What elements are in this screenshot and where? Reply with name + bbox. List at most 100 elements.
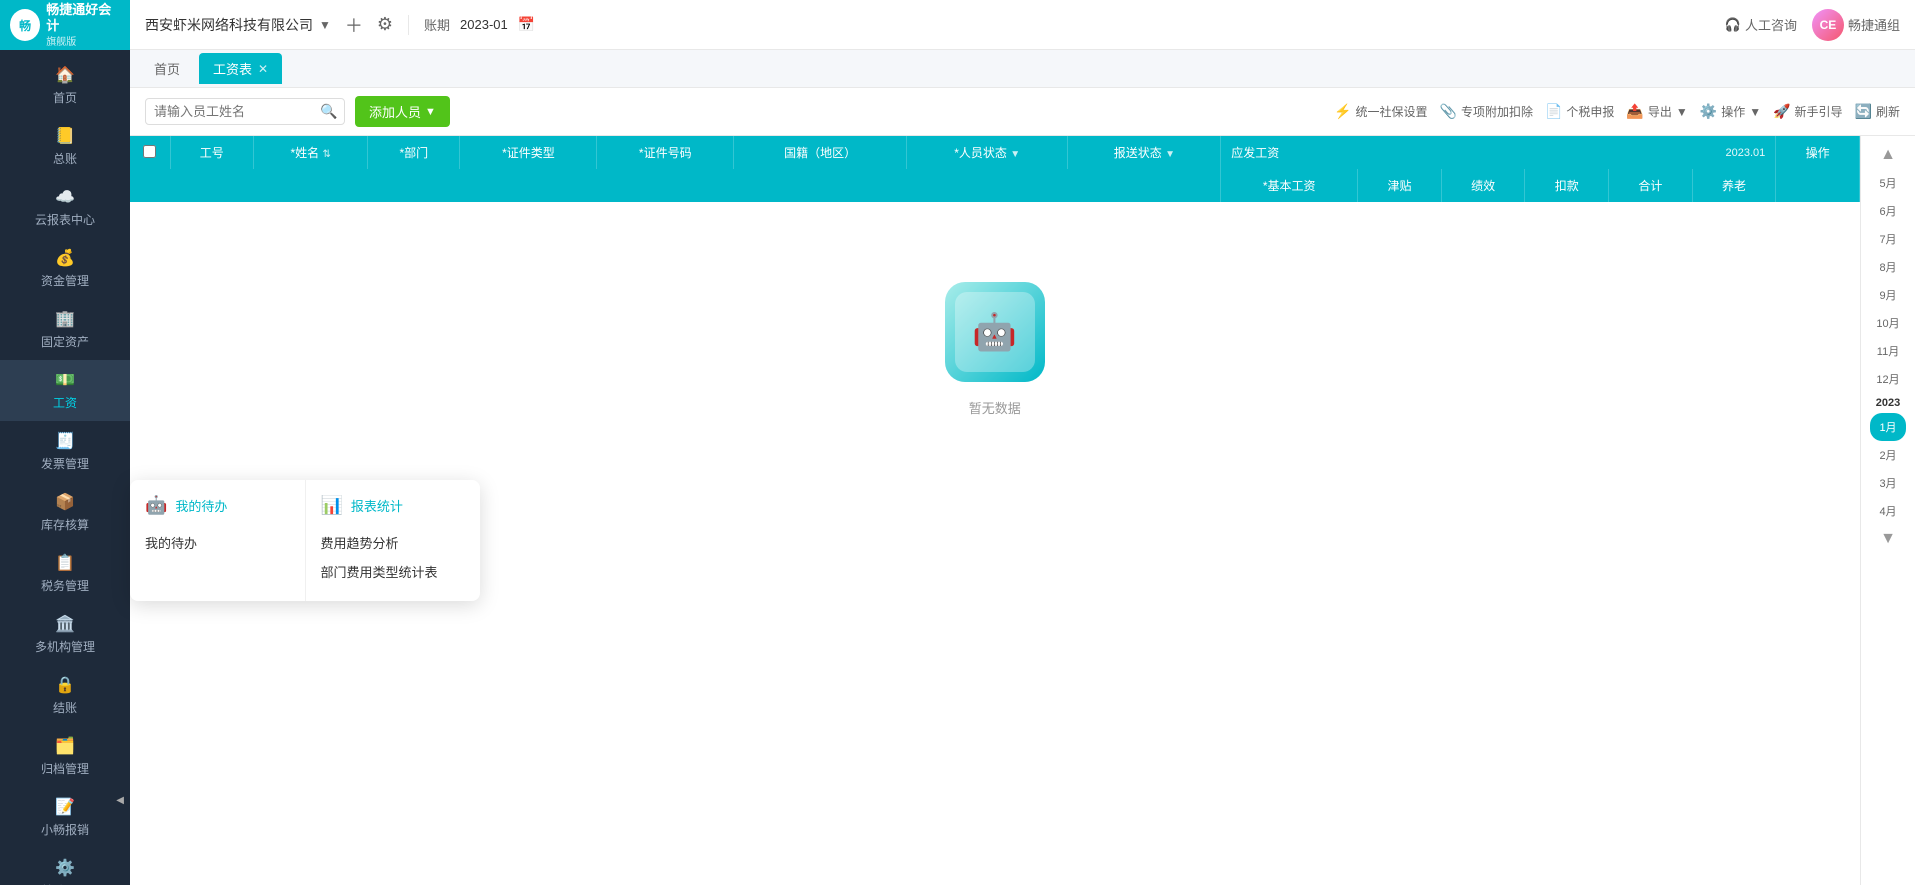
sidebar-item-invoice[interactable]: 🧾 发票管理 <box>0 421 130 482</box>
special-deduct-action[interactable]: 📎 专项附加扣除 <box>1440 103 1533 120</box>
basic-salary-header: *基本工资 <box>1221 169 1358 202</box>
empty-state: 🤖 暂无数据 <box>130 202 1860 497</box>
sidebar-item-multi-org[interactable]: 🏛️ 多机构管理 <box>0 604 130 665</box>
sidebar-item-label: 云报表中心 <box>35 211 95 228</box>
month-apr[interactable]: 4月 <box>1861 497 1915 525</box>
sidebar-item-label: 首页 <box>53 89 77 106</box>
sidebar-item-archive[interactable]: 🗂️ 归档管理 <box>0 726 130 787</box>
month-jul[interactable]: 7月 <box>1861 225 1915 253</box>
support-icon: 🎧 <box>1725 17 1741 33</box>
fund-icon: 💰 <box>55 248 75 268</box>
popup-todo-item[interactable]: 我的待办 <box>145 528 290 557</box>
tab-salary[interactable]: 工资表 ✕ <box>199 53 282 84</box>
home-icon: 🏠 <box>55 65 75 85</box>
month-sep[interactable]: 9月 <box>1861 281 1915 309</box>
company-dropdown-arrow: ▼ <box>319 18 331 32</box>
tab-home[interactable]: 首页 <box>140 53 194 84</box>
allowance-header: 津贴 <box>1358 169 1442 202</box>
sidebar-item-fund[interactable]: 💰 资金管理 <box>0 238 130 299</box>
month-jun[interactable]: 6月 <box>1861 197 1915 225</box>
special-deduct-label: 专项附加扣除 <box>1461 103 1533 120</box>
checkbox-header[interactable] <box>130 136 170 169</box>
status-header: *人员状态 ▼ <box>906 136 1067 169</box>
settings-gear-icon[interactable]: ⚙ <box>377 14 393 35</box>
add-employee-button[interactable]: 添加人员 ▼ <box>355 96 450 127</box>
sidebar-item-expense[interactable]: 📝 小畅报销 ◀ <box>0 787 130 848</box>
add-btn-label: 添加人员 <box>369 102 421 121</box>
sidebar-item-closing[interactable]: 🔒 结账 <box>0 665 130 726</box>
emp-no-header: 工号 <box>170 136 254 169</box>
dept-header: *部门 <box>368 136 460 169</box>
user-profile[interactable]: CE 畅捷通组 <box>1812 9 1900 41</box>
popup-todo-title[interactable]: 🤖 我的待办 <box>145 495 290 516</box>
status-filter-icon[interactable]: ▼ <box>1010 149 1020 160</box>
total-header: 合计 <box>1609 169 1693 202</box>
refresh-action[interactable]: 🔄 刷新 <box>1855 103 1900 120</box>
sidebar-item-tax[interactable]: 📋 税务管理 <box>0 543 130 604</box>
month-dec[interactable]: 12月 <box>1861 365 1915 393</box>
tab-close-icon[interactable]: ✕ <box>258 62 268 76</box>
month-mar[interactable]: 3月 <box>1861 469 1915 497</box>
company-selector[interactable]: 西安虾米网络科技有限公司 ▼ <box>145 15 331 35</box>
sidebar-item-home[interactable]: 🏠 首页 <box>0 55 130 116</box>
month-oct[interactable]: 10月 <box>1861 309 1915 337</box>
popup-cost-trend-item[interactable]: 费用趋势分析 <box>321 528 466 557</box>
month-may[interactable]: 5月 <box>1861 169 1915 197</box>
add-company-button[interactable]: ＋ <box>341 8 367 42</box>
month-scroll-up[interactable]: ▲ <box>1875 141 1901 169</box>
popup-dept-cost-item[interactable]: 部门费用类型统计表 <box>321 557 466 586</box>
popup-reports-label: 报表统计 <box>351 496 403 515</box>
report-status-filter-icon[interactable]: ▼ <box>1165 149 1175 160</box>
support-button[interactable]: 🎧 人工咨询 <box>1725 15 1797 34</box>
sidebar-item-fixed-assets[interactable]: 🏢 固定资产 <box>0 299 130 360</box>
search-input[interactable] <box>154 104 314 119</box>
header-divider <box>408 15 409 35</box>
add-btn-dropdown-icon: ▼ <box>425 106 436 118</box>
reports-section-icon: 📊 <box>321 495 343 516</box>
tab-salary-label: 工资表 <box>213 59 252 78</box>
period-label: 账期 <box>424 15 450 34</box>
export-action[interactable]: 📤 导出 ▼ <box>1626 103 1687 120</box>
new-guide-action[interactable]: 🚀 新手引导 <box>1773 103 1842 120</box>
popup-reports-title[interactable]: 📊 报表统计 <box>321 495 466 516</box>
inventory-icon: 📦 <box>55 492 75 512</box>
month-feb[interactable]: 2月 <box>1861 441 1915 469</box>
sidebar-item-ledger[interactable]: 📒 总账 <box>0 116 130 177</box>
expense-icon: 📝 <box>55 797 75 817</box>
name-sort-icon[interactable]: ⇅ <box>322 149 330 160</box>
salary-year-label: 2023.01 <box>1726 147 1766 159</box>
ledger-icon: 📒 <box>55 126 75 146</box>
social-insurance-action[interactable]: ⚡ 统一社保设置 <box>1334 103 1427 120</box>
bonus-header: 绩效 <box>1441 169 1525 202</box>
sidebar-item-inventory[interactable]: 📦 库存核算 <box>0 482 130 543</box>
cloud-icon: ☁️ <box>55 187 75 207</box>
settings-icon: ⚙️ <box>55 858 75 878</box>
sidebar-item-cloud-reports[interactable]: ☁️ 云报表中心 <box>0 177 130 238</box>
month-scroll-down[interactable]: ▼ <box>1875 525 1901 553</box>
toolbar-actions: ⚡ 统一社保设置 📎 专项附加扣除 📄 个税申报 📤 导出 ▼ ⚙️ 操作 ▼ <box>1334 103 1900 120</box>
report-status-header: 报送状态 ▼ <box>1068 136 1221 169</box>
month-nov[interactable]: 11月 <box>1861 337 1915 365</box>
tax-report-action[interactable]: 📄 个税申报 <box>1545 103 1614 120</box>
period-value: 2023-01 <box>460 17 508 32</box>
fixed-assets-icon: 🏢 <box>55 309 75 329</box>
user-name: 畅捷通组 <box>1848 15 1900 34</box>
month-jan-active[interactable]: 1月 <box>1870 413 1906 441</box>
sidebar-item-salary[interactable]: 💵 工资 <box>0 360 130 421</box>
select-all-checkbox[interactable] <box>143 145 156 158</box>
refresh-icon: 🔄 <box>1855 103 1872 120</box>
tax-report-label: 个税申报 <box>1566 103 1614 120</box>
invoice-icon: 🧾 <box>55 431 75 451</box>
sidebar: 畅 畅捷通好会计 旗舰版 🏠 首页 📒 总账 ☁️ 云报表中心 💰 资金管理 🏢… <box>0 0 130 885</box>
refresh-label: 刷新 <box>1876 103 1900 120</box>
multi-org-icon: 🏛️ <box>55 614 75 634</box>
toolbar: 🔍 添加人员 ▼ ⚡ 统一社保设置 📎 专项附加扣除 📄 个税申报 📤 导出 ▼ <box>130 88 1915 136</box>
month-aug[interactable]: 8月 <box>1861 253 1915 281</box>
table-subheader-row: *基本工资 津贴 绩效 扣款 合计 养老 <box>130 169 1860 202</box>
popup-menu: 🤖 我的待办 我的待办 📊 报表统计 费用趋势分析 部门费用类型统计表 <box>130 480 480 601</box>
sidebar-item-label: 归档管理 <box>41 760 89 777</box>
special-deduct-icon: 📎 <box>1440 103 1457 120</box>
calendar-icon[interactable]: 📅 <box>518 16 535 33</box>
operations-action[interactable]: ⚙️ 操作 ▼ <box>1700 103 1761 120</box>
sidebar-item-settings[interactable]: ⚙️ 基础设置 <box>0 848 130 885</box>
